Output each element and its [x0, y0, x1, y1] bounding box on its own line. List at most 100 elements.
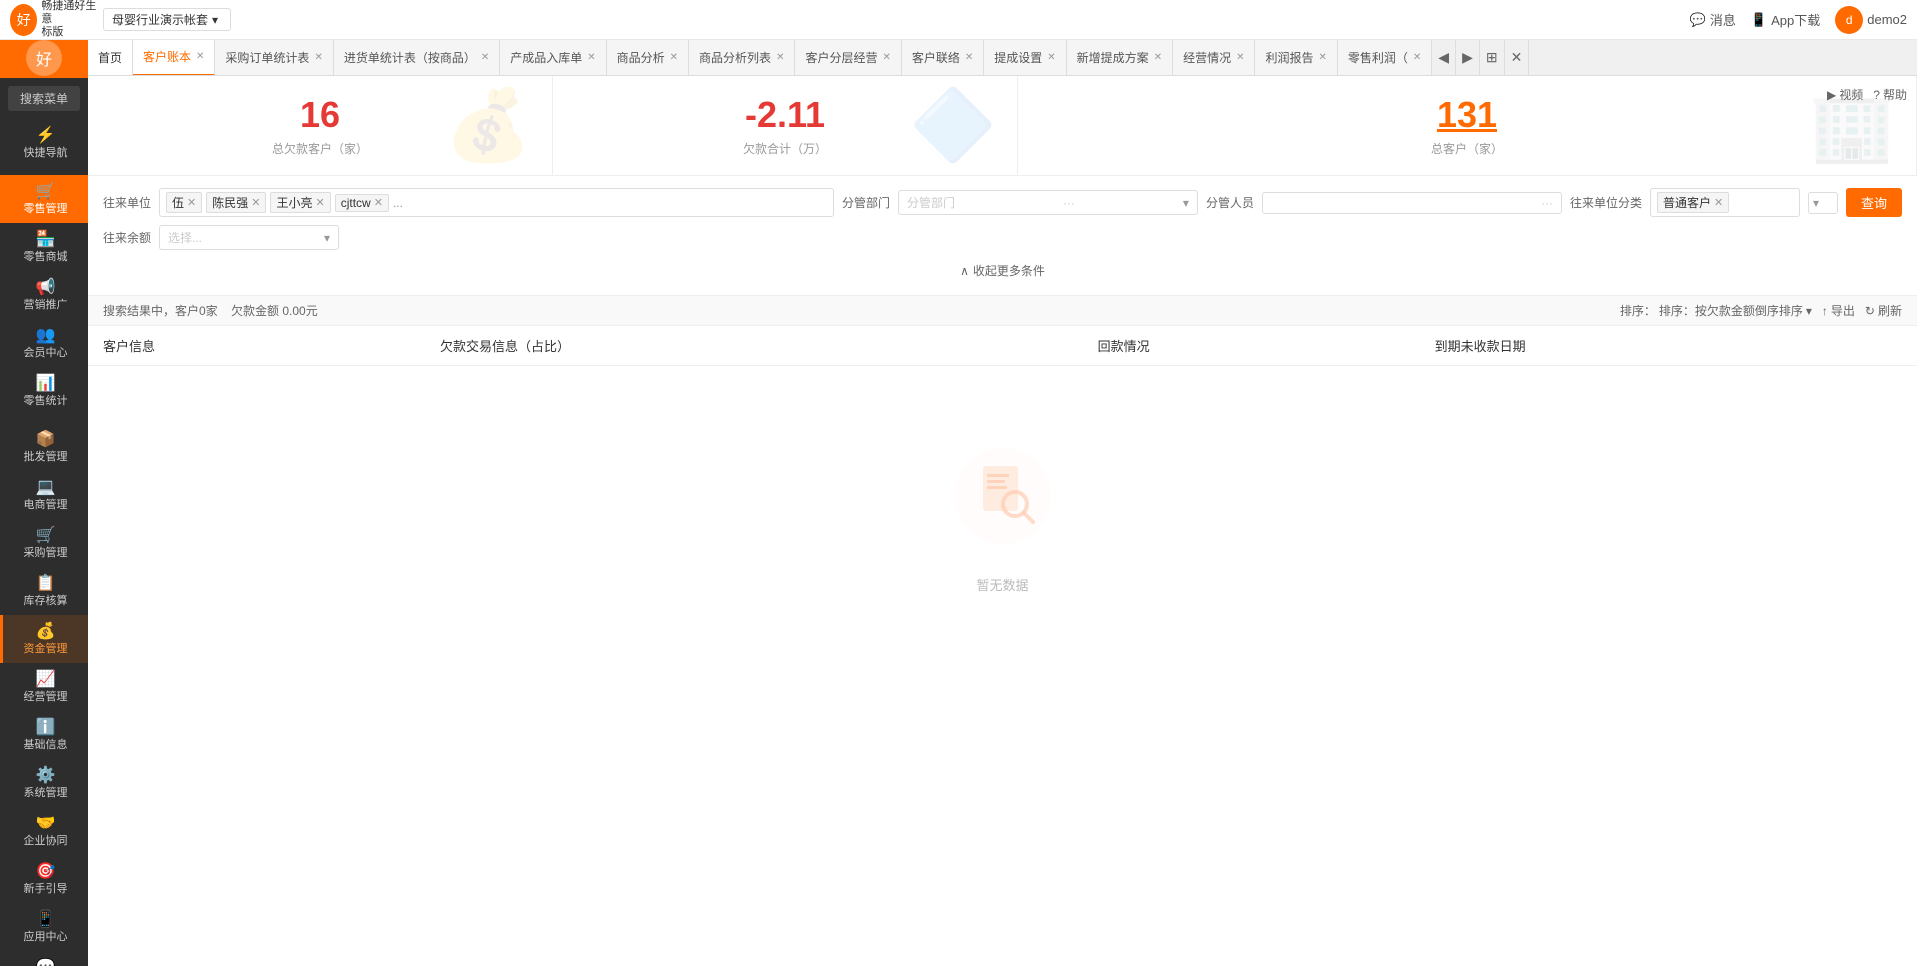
tab-close-cost-inbound[interactable]: ✕: [587, 52, 595, 63]
export-icon: ↑: [1822, 304, 1828, 318]
unit-filter-more[interactable]: ...: [393, 196, 403, 210]
sidebar-item-ecommerce[interactable]: 💻 电商管理: [0, 471, 88, 519]
stat-bg-money-icon: 💰: [445, 85, 532, 167]
quick-nav-icon: ⚡: [36, 125, 56, 145]
tab-close-all-button[interactable]: ✕: [1505, 40, 1530, 76]
balance-filter-select[interactable]: 选择... ▾: [159, 225, 339, 250]
sidebar-item-retail[interactable]: 🛒 零售管理: [0, 175, 88, 223]
sidebar-item-enterprise-wx[interactable]: 💬 企业微信: [0, 951, 88, 966]
tab-new-improve[interactable]: 新增提成方案 ✕: [1067, 40, 1173, 76]
stat-label-customers: 总欠款客户（家）: [272, 140, 368, 157]
help-button[interactable]: ? 帮助: [1873, 86, 1907, 103]
dept-filter-select[interactable]: 分管部门 ··· ▾: [898, 190, 1198, 215]
sidebar-item-basic-info[interactable]: ℹ️ 基础信息: [0, 711, 88, 759]
tab-home[interactable]: 首页: [88, 40, 133, 76]
user-profile[interactable]: d demo2: [1835, 6, 1907, 34]
sidebar-item-purchase[interactable]: 🛒 采购管理: [0, 519, 88, 567]
unit-tag-wang[interactable]: 王小亮 ✕: [270, 192, 330, 213]
refresh-button[interactable]: ↻ 刷新: [1865, 302, 1902, 319]
category-tag-normal[interactable]: 普通客户 ✕: [1657, 192, 1729, 213]
sidebar-item-retail-stats[interactable]: 📊 零售统计: [0, 367, 88, 415]
sidebar-item-finance[interactable]: 💰 资金管理: [0, 615, 88, 663]
tab-expand-button[interactable]: ⊞: [1480, 40, 1505, 76]
sidebar-item-wholesale[interactable]: 📦 批发管理: [0, 423, 88, 471]
tab-close-retail-profit[interactable]: ✕: [1413, 52, 1421, 63]
tab-close-customers[interactable]: ✕: [196, 51, 204, 62]
finance-icon: 💰: [36, 621, 56, 641]
tab-profit-report[interactable]: 利润报告 ✕: [1255, 40, 1337, 76]
unit-tag-cjttcw-close[interactable]: ✕: [374, 196, 383, 209]
unit-tag-wang-close[interactable]: ✕: [316, 196, 325, 209]
tab-business-status[interactable]: 经营情况 ✕: [1173, 40, 1255, 76]
sidebar-item-enterprise[interactable]: 🤝 企业协同: [0, 807, 88, 855]
tab-close-new-improve[interactable]: ✕: [1154, 52, 1162, 63]
sidebar-item-retail-mall[interactable]: 🏪 零售商城: [0, 223, 88, 271]
table-col-repayment: 回款情况: [1083, 326, 1420, 366]
tab-close-business-status[interactable]: ✕: [1236, 52, 1244, 63]
unit-tag-wu[interactable]: 伍 ✕: [166, 192, 202, 213]
tab-close-inbound-stats[interactable]: ✕: [481, 52, 489, 63]
stat-value-debt: -2.11: [745, 94, 825, 136]
unit-tag-wu-close[interactable]: ✕: [187, 196, 196, 209]
tab-close-product-analysis[interactable]: ✕: [670, 52, 678, 63]
tab-close-product-analysis-list[interactable]: ✕: [776, 52, 784, 63]
sidebar-item-marketing[interactable]: 📢 营销推广: [0, 271, 88, 319]
logo-area: 好 畅捷通好生意 标版: [10, 0, 98, 39]
tab-close-customer-contact[interactable]: ✕: [965, 52, 973, 63]
manager-filter-select[interactable]: ···: [1262, 192, 1562, 214]
tab-close-improve-settings[interactable]: ✕: [1047, 52, 1055, 63]
tab-inbound-stats[interactable]: 进货单统计表（按商品） ✕: [334, 40, 500, 76]
tab-customers[interactable]: 客户账本 ✕: [133, 40, 215, 76]
tab-product-analysis-list[interactable]: 商品分析列表 ✕: [689, 40, 795, 76]
messages-button[interactable]: 💬 消息: [1690, 10, 1736, 29]
tab-retail-profit[interactable]: 零售利润（ ✕: [1338, 40, 1432, 76]
unit-filter-tags[interactable]: 伍 ✕ 陈民强 ✕ 王小亮 ✕: [159, 188, 834, 217]
sidebar-item-member[interactable]: 👥 会员中心: [0, 319, 88, 367]
tab-bar: 首页 客户账本 ✕ 采购订单统计表 ✕ 进货单统计表（按商品） ✕ 产成品入库单…: [88, 40, 1917, 76]
purchase-icon: 🛒: [36, 525, 56, 545]
tab-close-purchase-orders[interactable]: ✕: [314, 52, 322, 63]
sidebar-item-operations[interactable]: 📈 经营管理: [0, 663, 88, 711]
chevron-down-icon-category: ▾: [1813, 196, 1819, 210]
stat-value-all-customers[interactable]: 131: [1437, 94, 1497, 136]
sidebar-item-system[interactable]: ⚙️ 系统管理: [0, 759, 88, 807]
category-filter[interactable]: 普通客户 ✕: [1650, 188, 1800, 217]
app-download-button[interactable]: 📱 App下载: [1751, 10, 1820, 29]
results-bar: 搜索结果中，客户0家 欠款金额 0.00元 排序： 排序：按欠款金额倒序排序 ▾…: [88, 296, 1917, 326]
query-button[interactable]: 查询: [1846, 188, 1902, 217]
tab-purchase-orders[interactable]: 采购订单统计表 ✕: [215, 40, 333, 76]
search-menu-button[interactable]: 搜索菜单: [8, 86, 80, 111]
unit-tag-cjttcw[interactable]: cjttcw ✕: [335, 194, 389, 212]
sidebar-item-app-center[interactable]: 📱 应用中心: [0, 903, 88, 951]
sort-selector[interactable]: 排序： 排序：按欠款金额倒序排序 ▾: [1620, 302, 1812, 319]
main-area: 好 搜索菜单 ⚡ 快捷导航 🛒 零售管理 🏪 零售商城 📢 营销推广: [0, 40, 1917, 966]
tab-next-button[interactable]: ▶: [1456, 40, 1480, 76]
category-tag-normal-close[interactable]: ✕: [1714, 196, 1723, 209]
tab-prev-button[interactable]: ◀: [1432, 40, 1456, 76]
workspace-selector[interactable]: 母婴行业演示帐套 ▾: [103, 8, 231, 31]
unit-tag-chen[interactable]: 陈民强 ✕: [206, 192, 266, 213]
table-col-overdue: 到期未收款日期: [1420, 326, 1917, 366]
tab-improve-settings[interactable]: 提成设置 ✕: [984, 40, 1066, 76]
chevron-down-icon-dept: ▾: [1183, 196, 1189, 210]
stat-label-debt: 欠款合计（万）: [743, 140, 827, 157]
tab-close-customer-tier[interactable]: ✕: [882, 52, 890, 63]
export-button[interactable]: ↑ 导出: [1822, 302, 1855, 319]
sidebar-item-guide[interactable]: 🎯 新手引导: [0, 855, 88, 903]
unit-tag-chen-close[interactable]: ✕: [251, 196, 260, 209]
stats-bar: 💰 16 总欠款客户（家） 🔷 -2.11 欠款合计（万） 🏢 131: [88, 76, 1917, 176]
video-help-area: ▶ 视频 ? 帮助: [1827, 86, 1907, 103]
tab-close-profit-report[interactable]: ✕: [1319, 52, 1327, 63]
tab-customer-tier[interactable]: 客户分层经营 ✕: [795, 40, 901, 76]
tab-cost-inbound[interactable]: 产成品入库单 ✕: [500, 40, 606, 76]
tab-customer-contact[interactable]: 客户联络 ✕: [902, 40, 984, 76]
table-col-customer-info: 客户信息: [88, 326, 425, 366]
category-filter-dropdown[interactable]: ▾: [1808, 192, 1838, 214]
collapse-button[interactable]: ∧ 收起更多条件: [956, 258, 1049, 283]
sidebar-item-quick-nav[interactable]: ⚡ 快捷导航: [0, 119, 88, 167]
tab-product-analysis[interactable]: 商品分析 ✕: [607, 40, 689, 76]
page-content: 💰 16 总欠款客户（家） 🔷 -2.11 欠款合计（万） 🏢 131: [88, 76, 1917, 966]
marketing-icon: 📢: [36, 277, 56, 297]
video-button[interactable]: ▶ 视频: [1827, 86, 1863, 103]
sidebar-item-inventory[interactable]: 📋 库存核算: [0, 567, 88, 615]
